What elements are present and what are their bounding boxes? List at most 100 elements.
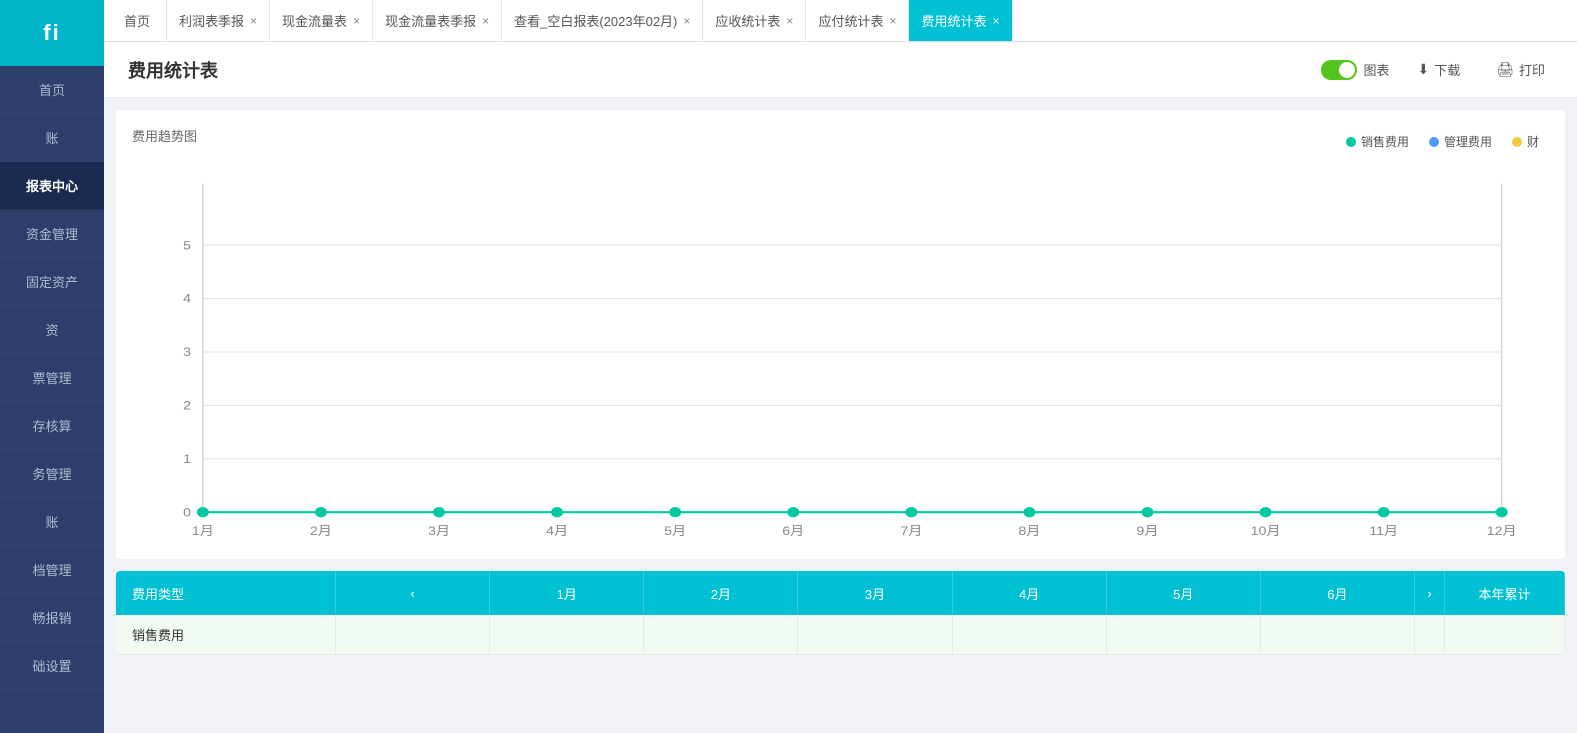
svg-text:1月: 1月	[192, 524, 214, 538]
tab-close-blank[interactable]: ×	[683, 14, 690, 28]
svg-text:7月: 7月	[900, 524, 922, 538]
td-ytd	[1445, 615, 1565, 654]
td-m3	[798, 615, 952, 654]
legend-label-management: 管理费用	[1444, 133, 1492, 150]
svg-text:1: 1	[183, 452, 191, 466]
tab-payable[interactable]: 应付统计表 ×	[806, 0, 909, 42]
svg-text:0: 0	[183, 505, 191, 519]
td-spacer	[336, 615, 490, 654]
prev-month-arrow[interactable]: ‹	[410, 586, 414, 601]
sidebar: fi 首页 账 报表中心 资金管理 固定资产 资 票管理 存核算 务管理 账 档…	[0, 0, 104, 733]
next-month-arrow[interactable]: ›	[1427, 586, 1431, 601]
svg-text:9月: 9月	[1136, 524, 1158, 538]
legend-label-sales: 销售费用	[1361, 133, 1409, 150]
svg-text:2月: 2月	[310, 524, 332, 538]
sidebar-item-capital[interactable]: 资	[0, 306, 104, 354]
chart-point-8	[1024, 507, 1036, 517]
th-month-3: 3月	[798, 571, 952, 615]
chart-section: 费用趋势图 销售费用 管理费用 财	[116, 110, 1565, 559]
chart-point-2	[315, 507, 327, 517]
sidebar-item-home[interactable]: 首页	[0, 66, 104, 114]
tab-close-profit[interactable]: ×	[250, 14, 257, 28]
print-button[interactable]: 🖨 打印	[1488, 56, 1553, 83]
sidebar-item-inventory[interactable]: 存核算	[0, 402, 104, 450]
content-area: 费用统计表 图表 ⬇ 下载 🖨 打印 费用趋势图	[104, 42, 1577, 733]
tab-receivable[interactable]: 应收统计表 ×	[703, 0, 806, 42]
sidebar-item-reports[interactable]: 报表中心	[0, 162, 104, 210]
svg-text:5月: 5月	[664, 524, 686, 538]
sidebar-item-service[interactable]: 务管理	[0, 450, 104, 498]
tab-cashflow-quarterly[interactable]: 现金流量表季报 ×	[373, 0, 502, 42]
sidebar-item-account[interactable]: 账	[0, 114, 104, 162]
sidebar-item-ledger[interactable]: 账	[0, 498, 104, 546]
table-header-row: 费用类型 ‹ 1月 2月 3月 4月 5月 6月 › 本年累计	[116, 571, 1565, 615]
sidebar-item-funds[interactable]: 资金管理	[0, 210, 104, 258]
chart-toggle[interactable]	[1321, 60, 1357, 80]
sidebar-item-invoice[interactable]: 票管理	[0, 354, 104, 402]
chart-point-9	[1142, 507, 1154, 517]
td-m4	[953, 615, 1107, 654]
svg-text:4月: 4月	[546, 524, 568, 538]
svg-text:6月: 6月	[782, 524, 804, 538]
svg-text:4: 4	[183, 292, 191, 306]
chart-point-3	[433, 507, 445, 517]
th-type: 费用类型	[116, 571, 336, 615]
legend-dot-management	[1429, 137, 1439, 147]
tab-home[interactable]: 首页	[108, 0, 167, 42]
chart-point-12	[1496, 507, 1508, 517]
sidebar-item-settings[interactable]: 础设置	[0, 642, 104, 690]
page-header: 费用统计表 图表 ⬇ 下载 🖨 打印	[104, 42, 1577, 98]
chart-svg: 0 1 2 3 4 5	[132, 163, 1549, 543]
tab-expense-stats[interactable]: 费用统计表 ×	[909, 0, 1012, 42]
sidebar-item-assets[interactable]: 固定资产	[0, 258, 104, 306]
legend-sales: 销售费用	[1346, 133, 1409, 150]
svg-text:8月: 8月	[1018, 524, 1040, 538]
chart-point-5	[669, 507, 681, 517]
th-prev-arrow[interactable]: ‹	[336, 571, 490, 615]
legend-management: 管理费用	[1429, 133, 1492, 150]
sidebar-item-expense[interactable]: 畅报销	[0, 594, 104, 642]
sidebar-item-archive[interactable]: 档管理	[0, 546, 104, 594]
svg-text:10月: 10月	[1251, 524, 1281, 538]
chart-point-1	[197, 507, 209, 517]
download-icon: ⬇	[1417, 61, 1429, 78]
tab-cashflow[interactable]: 现金流量表 ×	[270, 0, 373, 42]
legend-dot-sales	[1346, 137, 1356, 147]
main-area: 首页 利润表季报 × 现金流量表 × 现金流量表季报 × 查看_空白报表(202…	[104, 0, 1577, 733]
chart-point-6	[787, 507, 799, 517]
chart-toggle-wrap: 图表	[1321, 60, 1389, 80]
svg-text:3月: 3月	[428, 524, 450, 538]
print-icon: 🖨	[1496, 61, 1514, 78]
th-month-4: 4月	[953, 571, 1107, 615]
tab-close-receivable[interactable]: ×	[786, 14, 793, 28]
td-spacer2	[1415, 615, 1445, 654]
page-title: 费用统计表	[128, 57, 218, 83]
tab-close-cashflow-q[interactable]: ×	[482, 14, 489, 28]
svg-text:11月: 11月	[1369, 524, 1398, 538]
td-m5	[1107, 615, 1261, 654]
th-ytd: 本年累计	[1445, 571, 1565, 615]
tab-close-expense[interactable]: ×	[992, 14, 999, 28]
tab-blank-report[interactable]: 查看_空白报表(2023年02月) ×	[502, 0, 703, 42]
chart-point-11	[1378, 507, 1390, 517]
chart-container: 0 1 2 3 4 5	[132, 163, 1549, 543]
td-type-sales: 销售费用	[116, 615, 336, 654]
chart-title: 费用趋势图	[132, 126, 1549, 145]
tab-close-payable[interactable]: ×	[889, 14, 896, 28]
th-month-2: 2月	[644, 571, 798, 615]
chart-point-7	[905, 507, 917, 517]
sidebar-logo: fi	[0, 0, 104, 66]
th-month-1: 1月	[490, 571, 644, 615]
legend-label-finance: 财	[1527, 133, 1539, 150]
chart-point-10	[1260, 507, 1272, 517]
th-next-arrow[interactable]: ›	[1415, 571, 1445, 615]
td-m2	[644, 615, 798, 654]
chart-point-4	[551, 507, 563, 517]
tab-profit-quarterly[interactable]: 利润表季报 ×	[167, 0, 270, 42]
table-row: 销售费用	[116, 615, 1565, 655]
svg-text:12月: 12月	[1487, 524, 1517, 538]
svg-text:3: 3	[183, 345, 191, 359]
download-button[interactable]: ⬇ 下载	[1409, 56, 1468, 83]
tab-close-cashflow[interactable]: ×	[353, 14, 360, 28]
tab-bar: 首页 利润表季报 × 现金流量表 × 现金流量表季报 × 查看_空白报表(202…	[104, 0, 1577, 42]
